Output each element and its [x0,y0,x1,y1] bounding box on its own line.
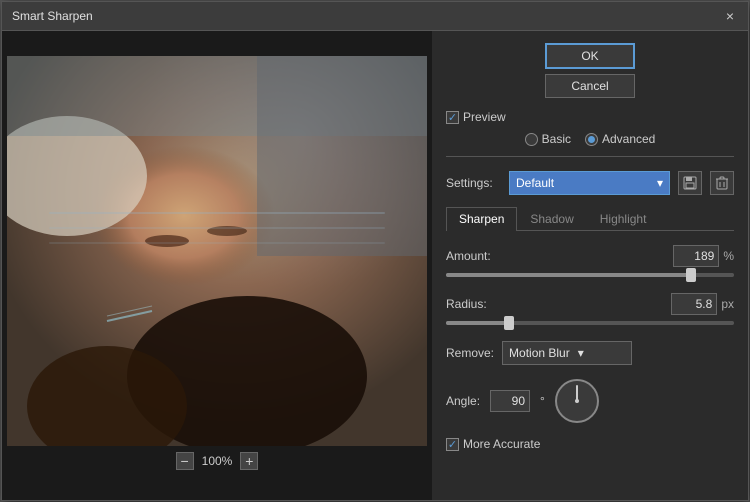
tabs: Sharpen Shadow Highlight [446,207,734,231]
tab-highlight[interactable]: Highlight [587,207,660,230]
remove-chevron-icon: ▾ [578,346,584,360]
radius-label-row: Radius: px [446,293,734,315]
angle-row: Angle: ° [446,379,734,423]
settings-row: Settings: Default ▾ [446,171,734,195]
advanced-radio[interactable] [585,133,598,146]
preview-footer: − 100% + [170,446,265,476]
dialog-body: − 100% + OK Cancel ✓ Preview [2,31,748,500]
cancel-button[interactable]: Cancel [545,74,635,98]
title-bar: Smart Sharpen × [2,2,748,31]
settings-label: Settings: [446,176,501,190]
amount-slider[interactable] [446,273,734,277]
preview-image [7,56,427,446]
remove-value: Motion Blur [509,346,570,360]
remove-row: Remove: Motion Blur ▾ [446,341,734,365]
divider-1 [446,156,734,157]
preview-checkbox[interactable]: ✓ [446,111,459,124]
amount-unit: % [723,249,734,263]
more-accurate-checkbox[interactable]: ✓ [446,438,459,451]
tab-sharpen[interactable]: Sharpen [446,207,517,231]
angle-label: Angle: [446,394,480,408]
zoom-in-button[interactable]: + [240,452,258,470]
preview-label: Preview [463,110,506,124]
remove-label: Remove: [446,346,494,360]
settings-value: Default [516,176,554,190]
smart-sharpen-dialog: Smart Sharpen × [1,1,749,501]
more-accurate-label: More Accurate [463,437,540,451]
angle-degree-symbol: ° [540,394,545,408]
more-accurate-row: ✓ More Accurate [446,437,734,451]
radius-input[interactable] [671,293,717,315]
amount-input-group: % [673,245,734,267]
radius-label: Radius: [446,297,487,311]
preview-panel: − 100% + [2,31,432,500]
controls-panel: OK Cancel ✓ Preview Basic Advanced [432,31,748,500]
settings-chevron-icon: ▾ [657,176,663,190]
amount-row: Amount: % [446,245,734,279]
angle-input[interactable] [490,390,530,412]
amount-label-row: Amount: % [446,245,734,267]
amount-label: Amount: [446,249,491,263]
radius-slider-fill [446,321,509,325]
mode-radio-group: Basic Advanced [446,132,734,146]
amount-slider-fill [446,273,691,277]
settings-delete-button[interactable] [710,171,734,195]
remove-dropdown[interactable]: Motion Blur ▾ [502,341,632,365]
radius-slider[interactable] [446,321,734,325]
angle-dial[interactable] [555,379,599,423]
radius-row: Radius: px [446,293,734,327]
radius-input-group: px [671,293,734,315]
tab-shadow[interactable]: Shadow [517,207,586,230]
dialog-title: Smart Sharpen [12,9,93,23]
basic-radio-item[interactable]: Basic [525,132,571,146]
settings-save-button[interactable] [678,171,702,195]
ok-button[interactable]: OK [545,43,635,69]
dial-line [576,385,578,401]
basic-label: Basic [542,132,571,146]
preview-checkbox-row: ✓ Preview [446,110,734,124]
amount-slider-thumb[interactable] [686,268,696,282]
amount-input[interactable] [673,245,719,267]
basic-radio[interactable] [525,133,538,146]
action-buttons: OK Cancel [446,43,734,98]
close-button[interactable]: × [722,8,738,24]
radius-slider-thumb[interactable] [504,316,514,330]
zoom-out-button[interactable]: − [176,452,194,470]
advanced-radio-item[interactable]: Advanced [585,132,655,146]
radius-unit: px [721,297,734,311]
settings-dropdown[interactable]: Default ▾ [509,171,670,195]
zoom-value: 100% [202,454,233,468]
advanced-label: Advanced [602,132,655,146]
